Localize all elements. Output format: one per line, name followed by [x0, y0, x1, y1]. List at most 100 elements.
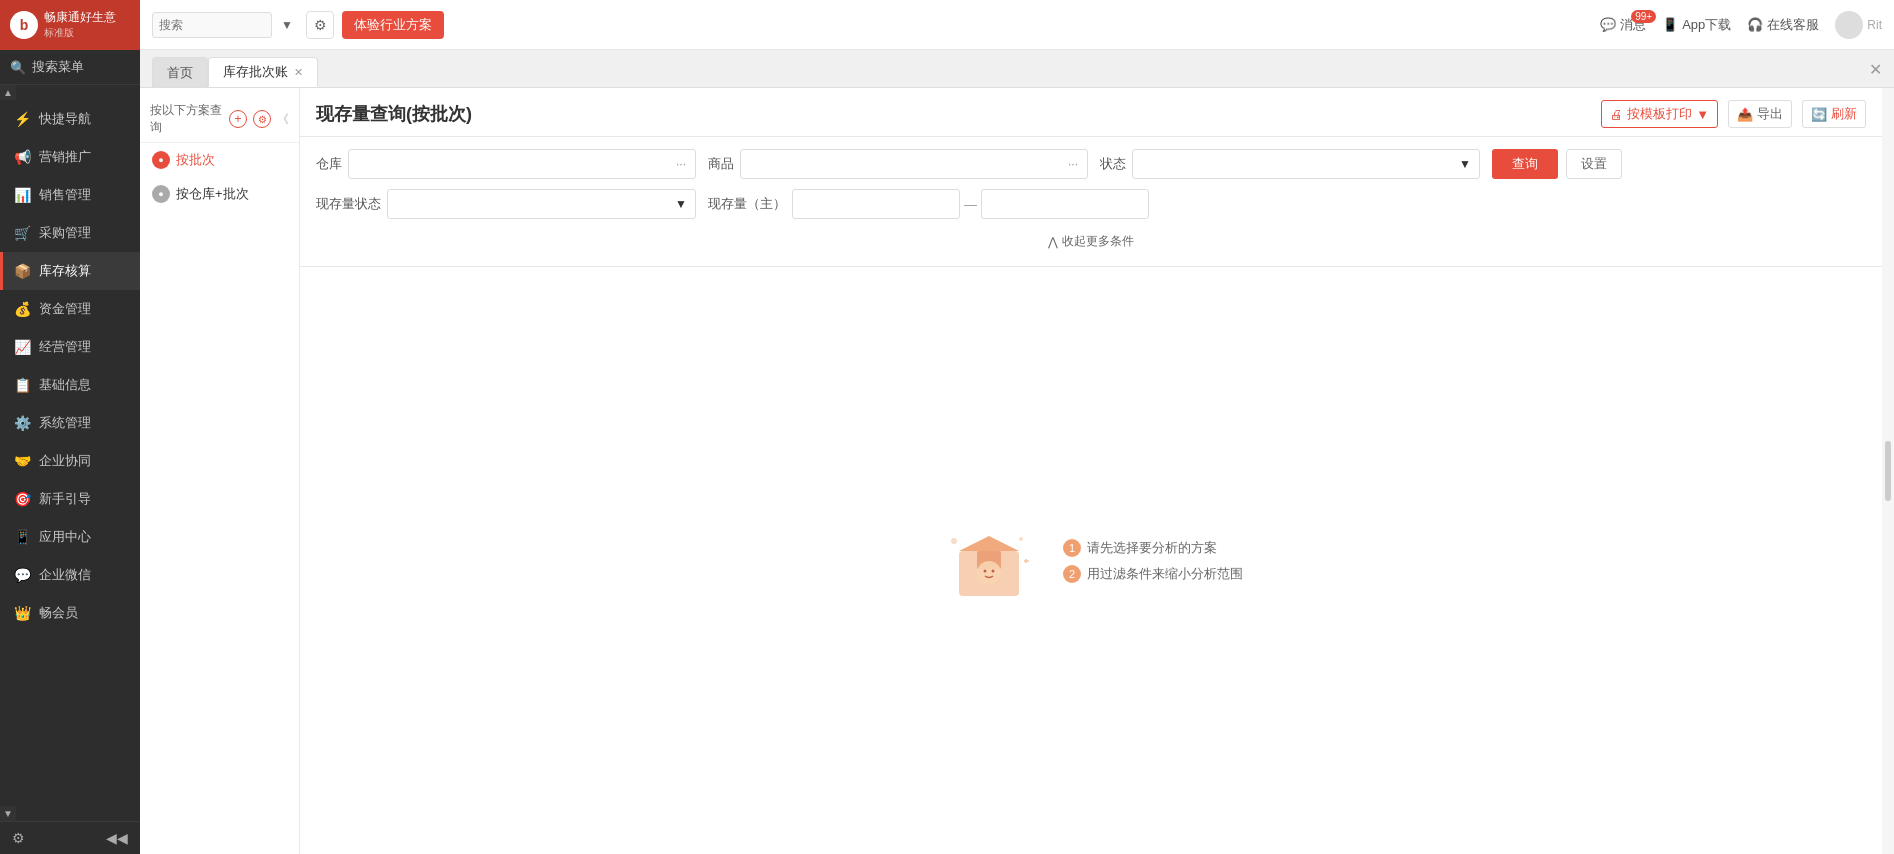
- chevron-up-icon: ⋀: [1048, 235, 1058, 249]
- app-download-btn[interactable]: 📱 App下载: [1662, 16, 1731, 34]
- settings-scheme-btn[interactable]: ⚙: [253, 110, 271, 128]
- online-service-btn[interactable]: 🎧 在线客服: [1747, 16, 1819, 34]
- filter-status: 状态 ▼: [1100, 149, 1480, 179]
- goods-input[interactable]: [741, 157, 1059, 171]
- collapse-sidebar-icon[interactable]: ◀◀: [106, 830, 128, 846]
- export-btn[interactable]: 📤 导出: [1728, 100, 1792, 128]
- tip-text-1: 请先选择要分析的方案: [1087, 539, 1217, 557]
- sidebar-item-label: 采购管理: [39, 224, 91, 242]
- empty-box-svg: [939, 511, 1039, 611]
- sidebar-item-basic[interactable]: 📋 基础信息: [0, 366, 140, 404]
- sidebar-item-new-guide[interactable]: 🎯 新手引导: [0, 480, 140, 518]
- sidebar-item-inventory[interactable]: 📦 库存核算: [0, 252, 140, 290]
- page-content: 按以下方案查询 + ⚙ 《 ● 按批次: [140, 88, 1894, 854]
- scheme-item-batch[interactable]: ● 按批次: [140, 143, 299, 177]
- sales-icon: 📊: [13, 186, 31, 204]
- sidebar-item-member[interactable]: 👑 畅会员: [0, 594, 140, 632]
- sidebar-item-label: 库存核算: [39, 262, 91, 280]
- add-scheme-btn[interactable]: +: [229, 110, 247, 128]
- goods-input-box: ···: [740, 149, 1088, 179]
- stock-qty-min[interactable]: [792, 189, 960, 219]
- query-buttons: 查询 设置: [1492, 149, 1622, 179]
- export-icon: 📤: [1737, 107, 1753, 122]
- export-label: 导出: [1757, 105, 1783, 123]
- topbar-dropdown-btn[interactable]: ▼: [276, 14, 298, 36]
- filter-stock-status: 现存量状态 ▼: [316, 189, 696, 219]
- settings-icon[interactable]: ⚙: [12, 830, 25, 846]
- collapse-left-panel-btn[interactable]: 《: [277, 111, 289, 128]
- sidebar-items-container: ⚡ 快捷导航 📢 营销推广 📊 销售管理 🛒 采购管理 📦 库存核算 💰 资金管…: [0, 100, 140, 806]
- basic-icon: 📋: [13, 376, 31, 394]
- sidebar-item-marketing[interactable]: 📢 营销推广: [0, 138, 140, 176]
- operations-icon: 📈: [13, 338, 31, 356]
- trial-button[interactable]: 体验行业方案: [342, 11, 444, 39]
- stock-qty-max[interactable]: [981, 189, 1149, 219]
- settings-button[interactable]: 设置: [1566, 149, 1622, 179]
- stock-status-select[interactable]: ▼: [387, 189, 696, 219]
- sidebar-item-label: 畅会员: [39, 604, 78, 622]
- side-scrollbar[interactable]: [1882, 88, 1894, 854]
- warehouse-label: 仓库: [316, 155, 342, 173]
- page-header-actions: 🖨 按模板打印 ▼ 📤 导出 🔄 刷新: [1601, 100, 1866, 128]
- filter-row-1: 仓库 ··· 商品 ···: [316, 149, 1866, 179]
- sidebar-item-label: 应用中心: [39, 528, 91, 546]
- stock-qty-range: —: [792, 189, 1149, 219]
- sidebar-item-app-center[interactable]: 📱 应用中心: [0, 518, 140, 556]
- app-download-icon: 📱: [1662, 17, 1678, 32]
- empty-tip-2: 2 用过滤条件来缩小分析范围: [1063, 565, 1243, 583]
- svg-point-3: [977, 561, 1001, 585]
- topbar-gear-btn[interactable]: ⚙: [306, 11, 334, 39]
- refresh-btn[interactable]: 🔄 刷新: [1802, 100, 1866, 128]
- quick-nav-icon: ⚡: [13, 110, 31, 128]
- svg-point-7: [1019, 537, 1023, 541]
- message-btn[interactable]: 💬 消息 99+: [1600, 16, 1646, 34]
- refresh-label: 刷新: [1831, 105, 1857, 123]
- topbar-search-area: ▼: [152, 12, 298, 38]
- sidebar-item-enterprise-collab[interactable]: 🤝 企业协同: [0, 442, 140, 480]
- sidebar-item-sales[interactable]: 📊 销售管理: [0, 176, 140, 214]
- scroll-down-btn[interactable]: ▼: [0, 806, 16, 821]
- enterprise-collab-icon: 🤝: [13, 452, 31, 470]
- warehouse-input[interactable]: [349, 157, 667, 171]
- tab-close-icon[interactable]: ✕: [294, 67, 303, 78]
- sidebar-item-quick-nav[interactable]: ⚡ 快捷导航: [0, 100, 140, 138]
- sidebar-item-finance[interactable]: 💰 资金管理: [0, 290, 140, 328]
- scrollbar-thumb: [1885, 441, 1891, 501]
- sidebar-header: b 畅康通好生意 标准版: [0, 0, 140, 50]
- status-dropdown-icon: ▼: [1459, 157, 1471, 171]
- query-button[interactable]: 查询: [1492, 149, 1558, 179]
- collapse-more-label: 收起更多条件: [1062, 233, 1134, 250]
- warehouse-more-icon[interactable]: ···: [667, 150, 695, 178]
- new-guide-icon: 🎯: [13, 490, 31, 508]
- sidebar-search[interactable]: 🔍 搜索菜单: [0, 50, 140, 85]
- filter-goods: 商品 ···: [708, 149, 1088, 179]
- scheme-item-warehouse-batch[interactable]: ● 按仓库+批次: [140, 177, 299, 211]
- range-separator: —: [964, 197, 977, 212]
- user-avatar[interactable]: Rit: [1835, 11, 1882, 39]
- stock-qty-label: 现存量（主）: [708, 195, 786, 213]
- sidebar-item-label: 销售管理: [39, 186, 91, 204]
- avatar-circle: [1835, 11, 1863, 39]
- close-all-tabs-icon[interactable]: ✕: [1869, 59, 1882, 78]
- tabbar: 首页 库存批次账 ✕ ✕: [140, 50, 1894, 88]
- status-select[interactable]: ▼: [1132, 149, 1480, 179]
- tab-batch-account[interactable]: 库存批次账 ✕: [208, 57, 318, 87]
- sidebar-item-system[interactable]: ⚙️ 系统管理: [0, 404, 140, 442]
- goods-more-icon[interactable]: ···: [1059, 150, 1087, 178]
- sidebar-item-operations[interactable]: 📈 经营管理: [0, 328, 140, 366]
- main-area: ▼ ⚙ 体验行业方案 💬 消息 99+ 📱 App下载 🎧 在线客服 Rit: [140, 0, 1894, 854]
- topbar-search-input[interactable]: [152, 12, 272, 38]
- sidebar-brand: 畅康通好生意 标准版: [44, 10, 130, 40]
- page-title: 现存量查询(按批次): [316, 102, 472, 126]
- sidebar-item-label: 企业微信: [39, 566, 91, 584]
- filter-row-2: 现存量状态 ▼ 现存量（主） —: [316, 189, 1866, 219]
- sidebar-item-purchase[interactable]: 🛒 采购管理: [0, 214, 140, 252]
- print-btn[interactable]: 🖨 按模板打印 ▼: [1601, 100, 1718, 128]
- tab-home[interactable]: 首页: [152, 57, 208, 87]
- sidebar-item-enterprise-wechat[interactable]: 💬 企业微信: [0, 556, 140, 594]
- scroll-up-btn[interactable]: ▲: [0, 85, 16, 100]
- svg-point-4: [984, 569, 987, 572]
- left-panel-header: 按以下方案查询 + ⚙ 《: [140, 96, 299, 143]
- sidebar-item-label: 快捷导航: [39, 110, 91, 128]
- collapse-more-btn[interactable]: ⋀ 收起更多条件: [316, 229, 1866, 254]
